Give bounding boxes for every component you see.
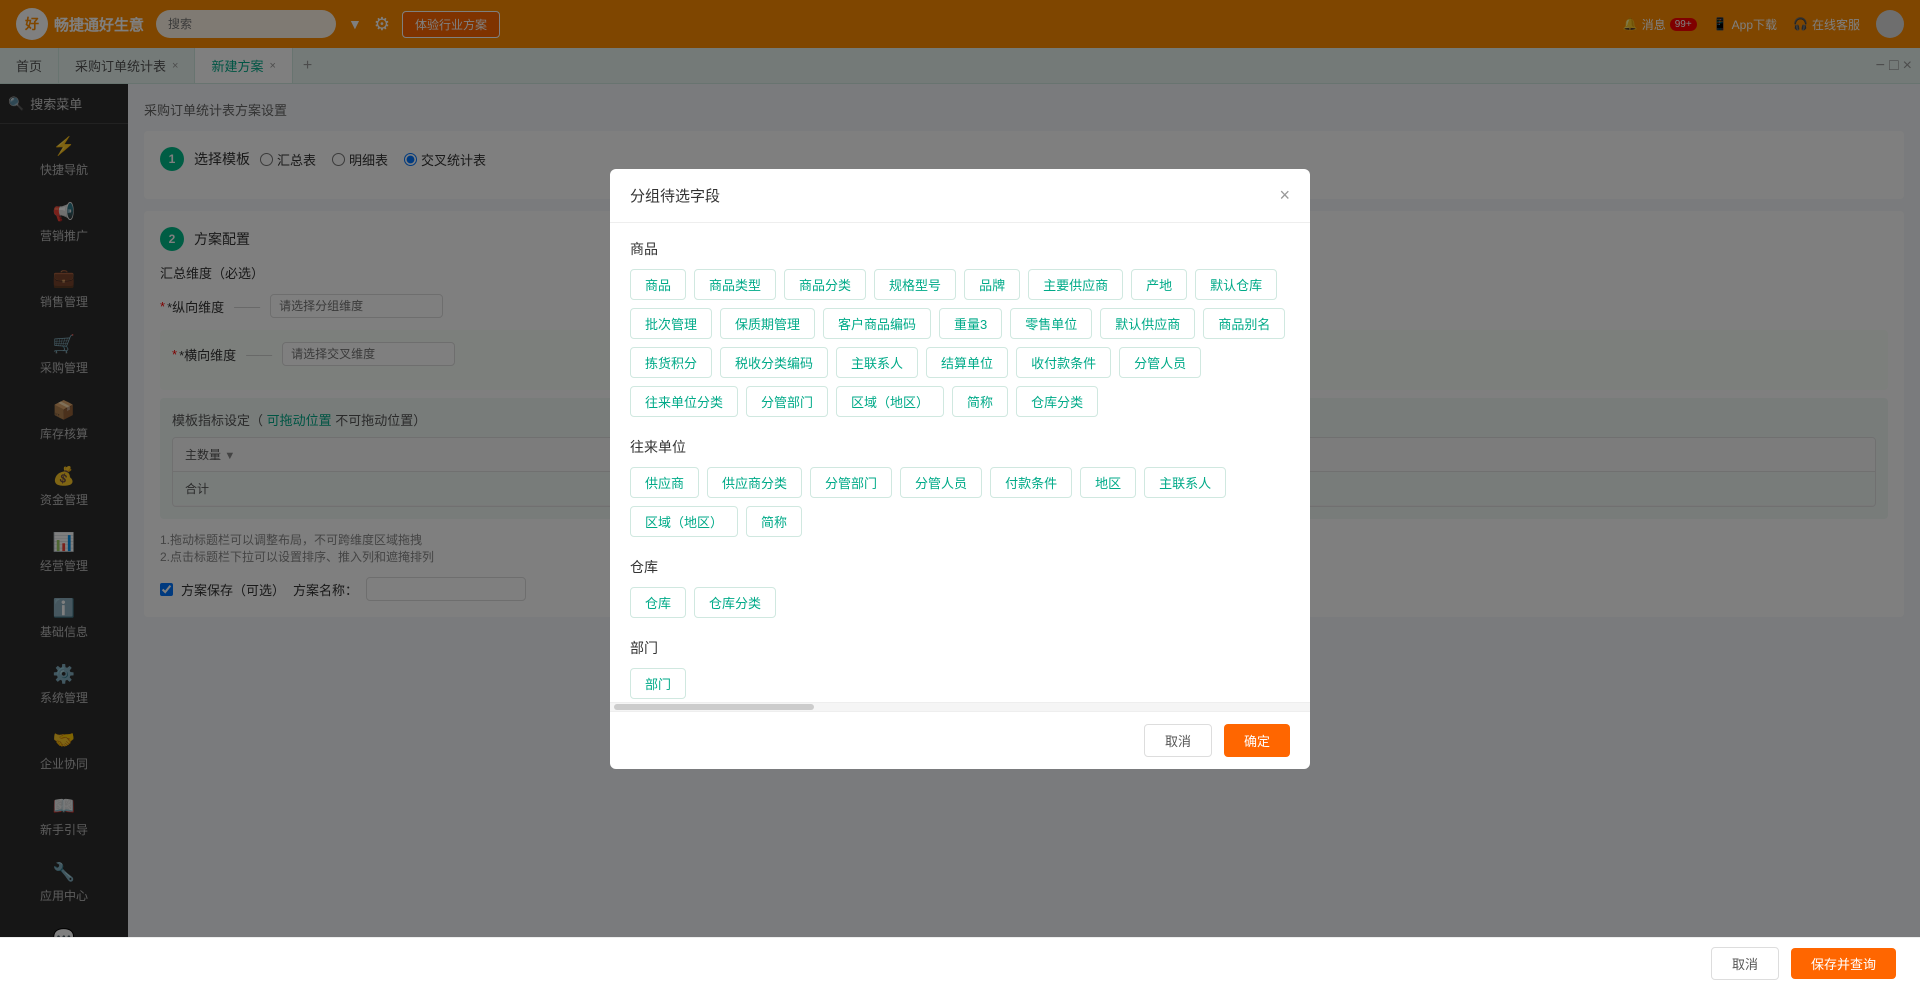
warehouse-tags: 仓库 仓库分类 xyxy=(630,587,1290,618)
tag-product-5[interactable]: 主要供应商 xyxy=(1028,269,1123,300)
tag-product-1[interactable]: 商品类型 xyxy=(694,269,776,300)
group-partner: 往来单位 供应商 供应商分类 分管部门 分管人员 付款条件 地区 主联系人 区域… xyxy=(630,437,1290,537)
tag-product-9[interactable]: 保质期管理 xyxy=(720,308,815,339)
tag-product-7[interactable]: 默认仓库 xyxy=(1195,269,1277,300)
tag-partner-2[interactable]: 分管部门 xyxy=(810,467,892,498)
modal-body: 商品 商品 商品类型 商品分类 规格型号 品牌 主要供应商 产地 默认仓库 批次… xyxy=(610,223,1310,702)
modal-horizontal-scroll[interactable] xyxy=(610,702,1310,711)
tag-product-24[interactable]: 简称 xyxy=(952,386,1008,417)
tag-product-19[interactable]: 收付款条件 xyxy=(1016,347,1111,378)
tag-product-8[interactable]: 批次管理 xyxy=(630,308,712,339)
modal-close-icon[interactable]: × xyxy=(1279,186,1290,204)
cancel-button[interactable]: 取消 xyxy=(1711,947,1779,980)
modal-title: 分组待选字段 xyxy=(630,185,720,206)
tag-product-16[interactable]: 税收分类编码 xyxy=(720,347,828,378)
modal-overlay: 分组待选字段 × 商品 商品 商品类型 商品分类 规格型号 品牌 主要供应商 产… xyxy=(0,0,1920,937)
tag-product-4[interactable]: 品牌 xyxy=(964,269,1020,300)
tag-partner-5[interactable]: 地区 xyxy=(1080,467,1136,498)
tag-product-18[interactable]: 结算单位 xyxy=(926,347,1008,378)
modal-dialog: 分组待选字段 × 商品 商品 商品类型 商品分类 规格型号 品牌 主要供应商 产… xyxy=(610,169,1310,769)
tag-partner-8[interactable]: 简称 xyxy=(746,506,802,537)
tag-product-21[interactable]: 往来单位分类 xyxy=(630,386,738,417)
modal-cancel-button[interactable]: 取消 xyxy=(1144,724,1212,757)
tag-product-10[interactable]: 客户商品编码 xyxy=(823,308,931,339)
group-product-title: 商品 xyxy=(630,239,1290,259)
tag-partner-0[interactable]: 供应商 xyxy=(630,467,699,498)
tag-partner-7[interactable]: 区域（地区） xyxy=(630,506,738,537)
tag-product-20[interactable]: 分管人员 xyxy=(1119,347,1201,378)
tag-partner-3[interactable]: 分管人员 xyxy=(900,467,982,498)
group-partner-title: 往来单位 xyxy=(630,437,1290,457)
group-warehouse: 仓库 仓库 仓库分类 xyxy=(630,557,1290,618)
tag-product-6[interactable]: 产地 xyxy=(1131,269,1187,300)
group-warehouse-title: 仓库 xyxy=(630,557,1290,577)
tag-dept-0[interactable]: 部门 xyxy=(630,668,686,699)
tag-warehouse-0[interactable]: 仓库 xyxy=(630,587,686,618)
save-query-button[interactable]: 保存并查询 xyxy=(1791,948,1896,979)
product-tags: 商品 商品类型 商品分类 规格型号 品牌 主要供应商 产地 默认仓库 批次管理 … xyxy=(630,269,1290,417)
action-bar: 取消 保存并查询 xyxy=(0,937,1920,989)
tag-product-0[interactable]: 商品 xyxy=(630,269,686,300)
hscroll-bar xyxy=(614,704,814,710)
tag-warehouse-1[interactable]: 仓库分类 xyxy=(694,587,776,618)
tag-product-14[interactable]: 商品别名 xyxy=(1203,308,1285,339)
tag-product-3[interactable]: 规格型号 xyxy=(874,269,956,300)
tag-product-12[interactable]: 零售单位 xyxy=(1010,308,1092,339)
tag-product-15[interactable]: 拣货积分 xyxy=(630,347,712,378)
modal-confirm-button[interactable]: 确定 xyxy=(1224,724,1290,757)
modal-header: 分组待选字段 × xyxy=(610,169,1310,223)
tag-product-13[interactable]: 默认供应商 xyxy=(1100,308,1195,339)
group-dept-title: 部门 xyxy=(630,638,1290,658)
tag-product-25[interactable]: 仓库分类 xyxy=(1016,386,1098,417)
tag-product-22[interactable]: 分管部门 xyxy=(746,386,828,417)
dept-tags: 部门 xyxy=(630,668,1290,699)
modal-footer: 取消 确定 xyxy=(610,711,1310,769)
tag-product-2[interactable]: 商品分类 xyxy=(784,269,866,300)
tag-partner-6[interactable]: 主联系人 xyxy=(1144,467,1226,498)
partner-tags: 供应商 供应商分类 分管部门 分管人员 付款条件 地区 主联系人 区域（地区） … xyxy=(630,467,1290,537)
group-product: 商品 商品 商品类型 商品分类 规格型号 品牌 主要供应商 产地 默认仓库 批次… xyxy=(630,239,1290,417)
tag-partner-4[interactable]: 付款条件 xyxy=(990,467,1072,498)
tag-product-17[interactable]: 主联系人 xyxy=(836,347,918,378)
tag-product-23[interactable]: 区域（地区） xyxy=(836,386,944,417)
tag-partner-1[interactable]: 供应商分类 xyxy=(707,467,802,498)
tag-product-11[interactable]: 重量3 xyxy=(939,308,1002,339)
group-dept: 部门 部门 xyxy=(630,638,1290,699)
